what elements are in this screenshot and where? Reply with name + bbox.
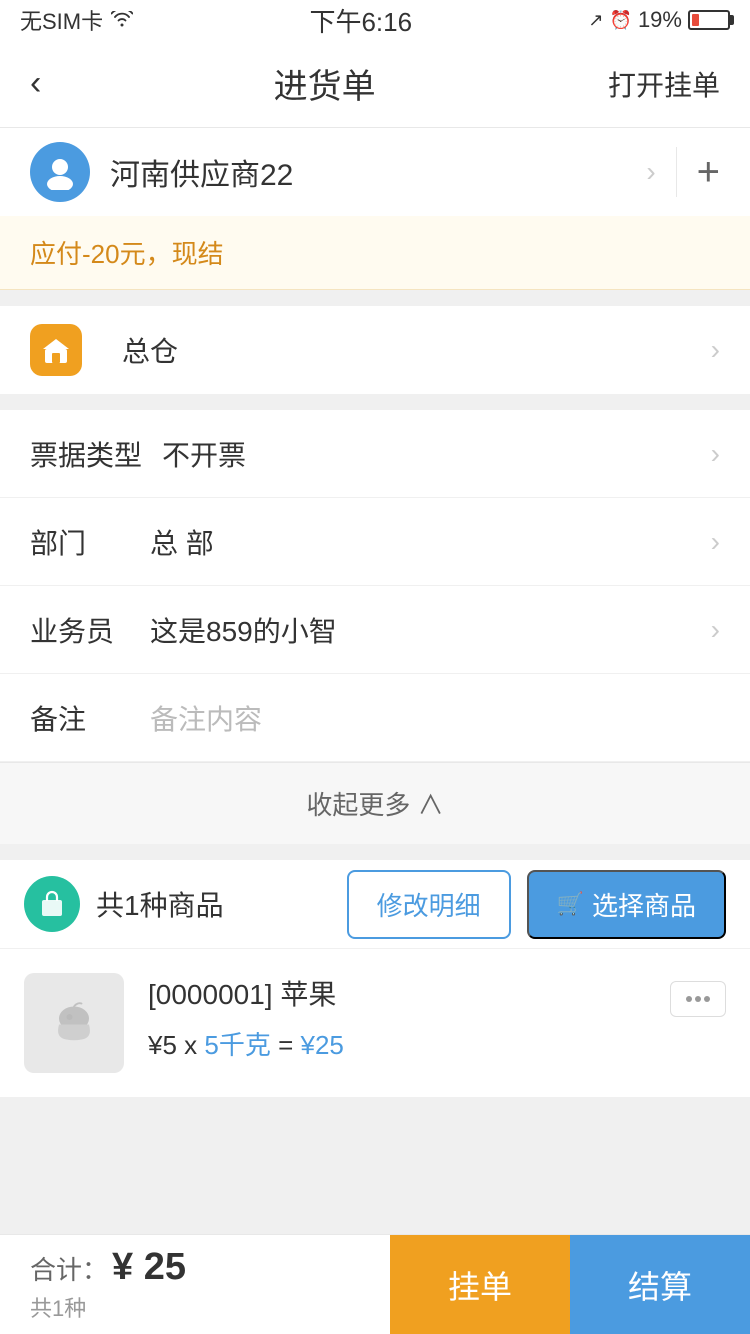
unit-price: ¥5	[148, 1030, 177, 1060]
product-total: ¥25	[301, 1030, 344, 1060]
product-id: [0000001]	[148, 979, 280, 1010]
main-content: 河南供应商22 › + 应付-20元，现结 总仓 › 票据类型	[0, 128, 750, 1223]
department-row[interactable]: 部门 总 部 ›	[0, 498, 750, 586]
carrier-text: 无SIM卡	[20, 4, 103, 36]
add-button[interactable]: +	[697, 152, 720, 192]
warehouse-icon	[41, 335, 71, 365]
product-name: [0000001] 苹果	[148, 973, 646, 1013]
notice-bar: 应付-20元，现结	[0, 216, 750, 290]
product-icon-bg	[24, 876, 80, 932]
bottom-bar: 合计： ¥ 25 共1种 挂单 结算	[0, 1234, 750, 1334]
dot-1	[686, 996, 692, 1002]
vertical-divider	[676, 147, 677, 197]
alarm-icon: ⏰	[610, 10, 632, 31]
supplier-row[interactable]: 河南供应商22 › +	[0, 128, 750, 216]
department-label: 部门	[30, 522, 130, 562]
product-count: 共1种商品	[96, 884, 331, 924]
remark-placeholder: 备注内容	[150, 698, 720, 738]
salesperson-row[interactable]: 业务员 这是859的小智 ›	[0, 586, 750, 674]
chevron-right-icon: ›	[711, 614, 720, 646]
remark-label: 备注	[30, 698, 130, 738]
product-title: 苹果	[280, 979, 336, 1010]
invoice-type-value: 不开票	[162, 434, 701, 474]
battery-icon	[688, 10, 730, 30]
status-time: 下午6:16	[309, 2, 412, 39]
total-section: 合计： ¥ 25 共1种	[0, 1246, 390, 1323]
salesperson-label: 业务员	[30, 610, 130, 650]
invoice-type-label: 票据类型	[30, 434, 142, 474]
total-label: 合计：	[30, 1250, 108, 1287]
supplier-avatar	[30, 142, 90, 202]
battery-percent: 19%	[638, 7, 682, 33]
product-item: [0000001] 苹果 ¥5 x 5千克 = ¥25	[0, 948, 750, 1097]
product-info: [0000001] 苹果 ¥5 x 5千克 = ¥25	[148, 973, 646, 1073]
select-product-label: 选择商品	[592, 886, 696, 923]
product-card: 共1种商品 修改明细 🛒 选择商品 [0000001] 苹果	[0, 860, 750, 1097]
supplier-card: 河南供应商22 › + 应付-20元，现结	[0, 128, 750, 290]
edit-detail-button[interactable]: 修改明细	[347, 870, 511, 939]
warehouse-icon-bg	[30, 324, 82, 376]
department-value: 总 部	[150, 522, 701, 562]
notice-text: 应付-20元，现结	[30, 239, 224, 269]
status-bar: 无SIM卡 下午6:16 ↗ ⏰ 19%	[0, 0, 750, 40]
person-icon	[42, 154, 78, 190]
supplier-name: 河南供应商22	[110, 150, 636, 194]
chevron-right-icon: ›	[711, 526, 720, 558]
status-left: 无SIM卡	[20, 4, 133, 36]
select-product-button[interactable]: 🛒 选择商品	[527, 870, 726, 939]
status-right: ↗ ⏰ 19%	[588, 7, 730, 33]
more-button[interactable]	[670, 981, 726, 1017]
product-more-actions[interactable]	[670, 973, 726, 1073]
wifi-icon	[111, 7, 133, 33]
form-card: 票据类型 不开票 › 部门 总 部 › 业务员 这是859的小智 › 备注 备注…	[0, 410, 750, 844]
total-count: 共1种	[30, 1291, 360, 1323]
invoice-type-row[interactable]: 票据类型 不开票 ›	[0, 410, 750, 498]
product-price-row: ¥5 x 5千克 = ¥25	[148, 1025, 646, 1062]
location-icon: ↗	[588, 10, 603, 31]
dot-2	[695, 996, 701, 1002]
chevron-right-icon: ›	[711, 438, 720, 470]
product-thumbnail	[24, 973, 124, 1073]
checkout-button[interactable]: 结算	[570, 1235, 750, 1334]
collapse-button[interactable]: 收起更多 ∧	[0, 762, 750, 844]
page-title: 进货单	[274, 59, 376, 108]
warehouse-row[interactable]: 总仓 ›	[0, 306, 750, 394]
salesperson-value: 这是859的小智	[150, 610, 701, 650]
dot-3	[704, 996, 710, 1002]
nav-bar: ‹ 进货单 打开挂单	[0, 40, 750, 128]
product-qty: 5千克	[204, 1030, 270, 1060]
hang-button[interactable]: 挂单	[390, 1235, 570, 1334]
remark-row[interactable]: 备注 备注内容	[0, 674, 750, 762]
shopping-bag-icon	[36, 888, 68, 920]
warehouse-card: 总仓 ›	[0, 306, 750, 394]
back-button[interactable]: ‹	[30, 64, 41, 103]
warehouse-value: 总仓	[122, 330, 701, 370]
product-header: 共1种商品 修改明细 🛒 选择商品	[0, 860, 750, 948]
total-amount: ¥ 25	[112, 1246, 186, 1289]
open-pending-button[interactable]: 打开挂单	[608, 64, 720, 104]
product-thumb-icon	[44, 998, 104, 1048]
cart-icon: 🛒	[557, 891, 584, 917]
chevron-right-icon: ›	[711, 334, 720, 366]
chevron-right-icon: ›	[646, 156, 655, 188]
